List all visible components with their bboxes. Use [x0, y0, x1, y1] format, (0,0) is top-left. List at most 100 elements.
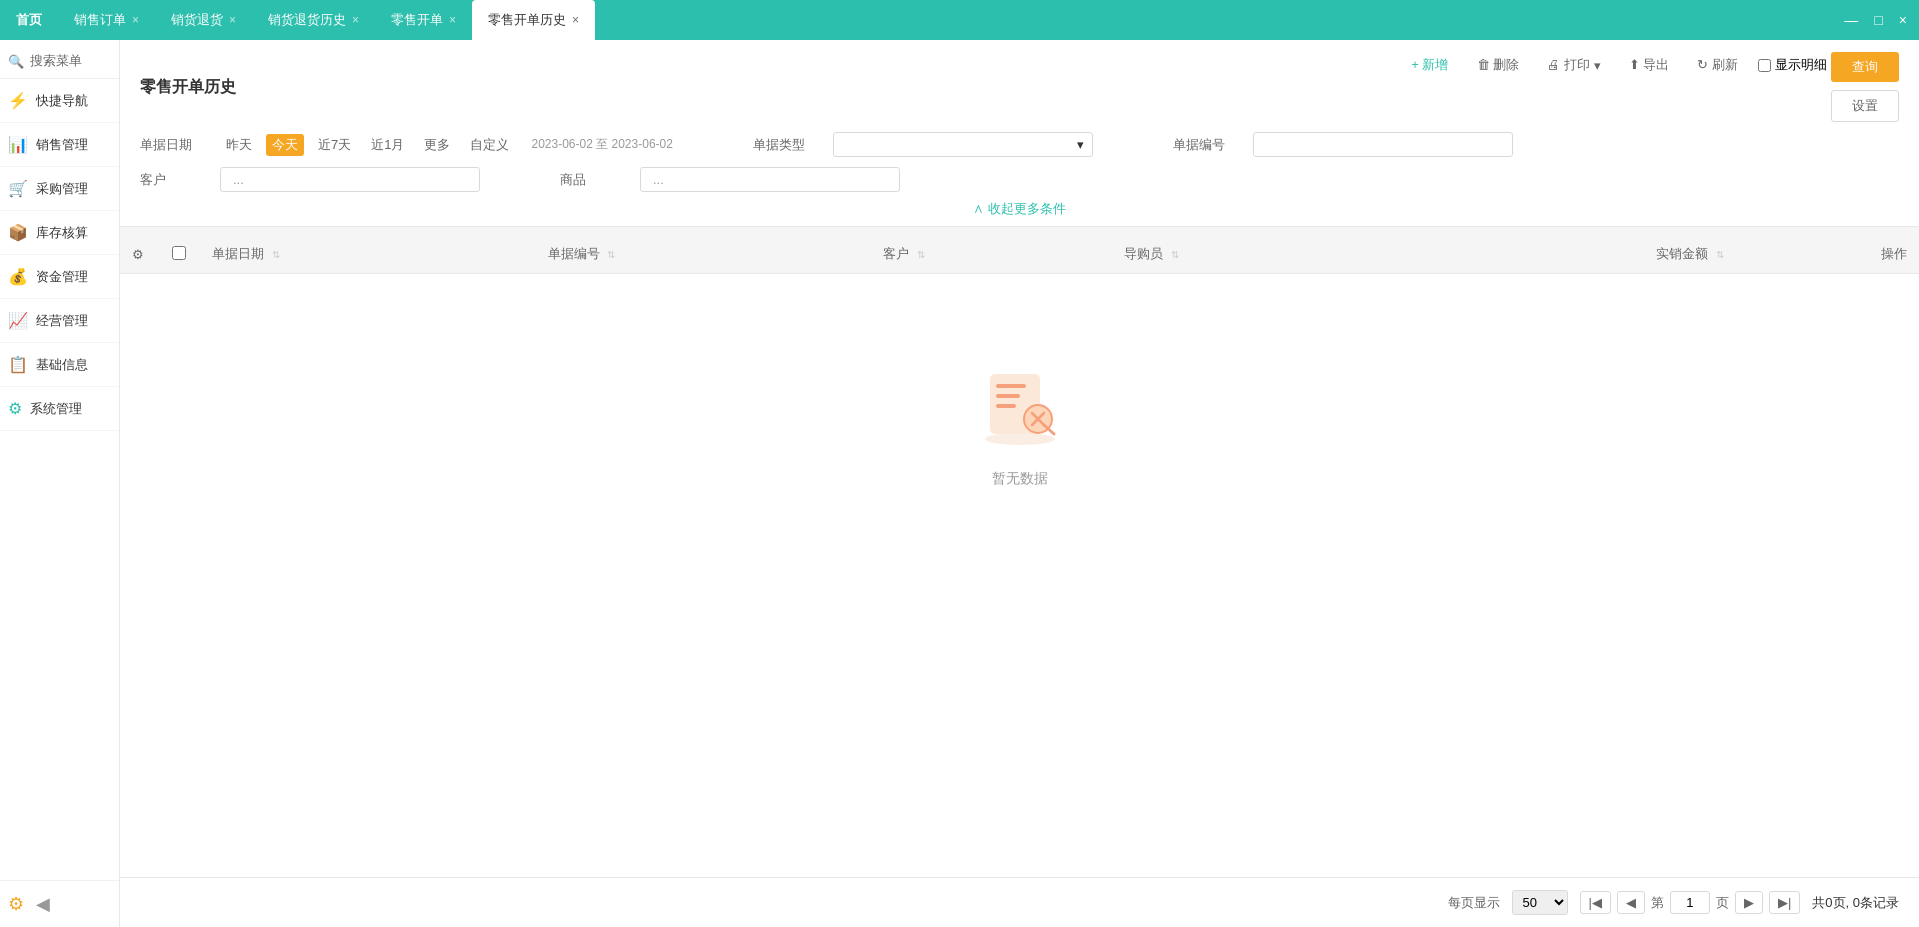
- date-range-display: 2023-06-02 至 2023-06-02: [531, 136, 672, 153]
- page-nav: |◀ ◀ 第 页 ▶ ▶|: [1580, 891, 1801, 914]
- delete-button[interactable]: 🗑 删除: [1469, 52, 1528, 78]
- close-tab-retail-open-history[interactable]: ×: [572, 13, 579, 27]
- basic-info-icon: 📋: [8, 355, 28, 374]
- table-container: ⚙ 单据日期 ⇅ 单据编号 ⇅: [120, 235, 1919, 877]
- print-button[interactable]: 🖨 打印 ▾: [1539, 52, 1609, 78]
- per-page-label: 每页显示: [1448, 894, 1500, 912]
- sidebar-item-quick-nav[interactable]: ⚡ 快捷导航: [0, 79, 119, 123]
- goods-select[interactable]: ...: [640, 167, 900, 192]
- content-area: 零售开单历史 + 新增 🗑 删除 🖨 打印 ▾ ⬆ 导出 ↻ 刷新: [120, 40, 1919, 927]
- first-page-button[interactable]: |◀: [1580, 891, 1611, 914]
- query-button[interactable]: 查询: [1831, 52, 1899, 82]
- page-label: 第: [1651, 894, 1664, 912]
- close-tab-sales-return-history[interactable]: ×: [352, 13, 359, 27]
- svg-rect-4: [996, 404, 1016, 408]
- sidebar-item-ops-mgmt[interactable]: 📈 经营管理: [0, 299, 119, 343]
- settings-icon[interactable]: ⚙: [132, 247, 144, 262]
- th-amount[interactable]: 实销金额 ⇅: [1400, 235, 1736, 274]
- close-tab-sales-order[interactable]: ×: [132, 13, 139, 27]
- sidebar-item-sys-mgmt[interactable]: ⚙ 系统管理: [0, 387, 119, 431]
- refresh-button[interactable]: ↻ 刷新: [1689, 52, 1746, 78]
- shortcut-yesterday[interactable]: 昨天: [220, 134, 258, 156]
- th-doc-date[interactable]: 单据日期 ⇅: [200, 235, 536, 274]
- display-detail-label[interactable]: 显示明细: [1758, 56, 1827, 74]
- sort-customer-icon: ⇅: [917, 249, 925, 260]
- dropdown-arrow-icon: ▾: [1077, 137, 1084, 152]
- sidebar-item-basic-info[interactable]: 📋 基础信息: [0, 343, 119, 387]
- shortcut-today[interactable]: 今天: [266, 134, 304, 156]
- sidebar-item-inventory[interactable]: 📦 库存核算: [0, 211, 119, 255]
- add-button[interactable]: + 新增: [1403, 52, 1456, 78]
- last-page-button[interactable]: ▶|: [1769, 891, 1800, 914]
- select-all-checkbox[interactable]: [172, 246, 186, 260]
- per-page-select[interactable]: 10 20 50 100: [1512, 890, 1568, 915]
- tab-retail-open-history[interactable]: 零售开单历史 ×: [472, 0, 595, 40]
- goods-label: 商品: [560, 171, 620, 189]
- goods-dots: ...: [653, 172, 664, 187]
- settings-bottom-icon[interactable]: ⚙: [8, 893, 24, 915]
- total-count-label: 共0页, 0条记录: [1812, 894, 1899, 912]
- display-detail-checkbox[interactable]: [1758, 59, 1771, 72]
- sales-mgmt-icon: 📊: [8, 135, 28, 154]
- prev-page-button[interactable]: ◀: [1617, 891, 1645, 914]
- sidebar-item-sales-mgmt[interactable]: 📊 销售管理: [0, 123, 119, 167]
- empty-text: 暂无数据: [992, 470, 1048, 488]
- sort-amount-icon: ⇅: [1716, 249, 1724, 260]
- empty-state: 暂无数据: [120, 274, 1919, 568]
- sort-doc-no-icon: ⇅: [607, 249, 615, 260]
- page-header: 零售开单历史 + 新增 🗑 删除 🖨 打印 ▾ ⬆ 导出 ↻ 刷新: [120, 40, 1919, 227]
- doc-type-label: 单据类型: [753, 136, 813, 154]
- th-checkbox[interactable]: [160, 235, 200, 274]
- ops-mgmt-icon: 📈: [8, 311, 28, 330]
- tab-sales-return-history[interactable]: 销货退货历史 ×: [252, 0, 375, 40]
- sidebar-search[interactable]: 🔍 搜索菜单: [0, 40, 119, 79]
- sidebar-item-purchase-mgmt[interactable]: 🛒 采购管理: [0, 167, 119, 211]
- close-tab-sales-return[interactable]: ×: [229, 13, 236, 27]
- quick-nav-icon: ⚡: [8, 91, 28, 110]
- customer-label: 客户: [140, 171, 200, 189]
- svg-rect-2: [996, 384, 1026, 388]
- window-min-icon[interactable]: —: [1844, 12, 1858, 28]
- window-controls: — □ ×: [1844, 12, 1919, 28]
- sys-mgmt-icon: ⚙: [8, 399, 22, 418]
- page-title: 零售开单历史: [140, 77, 236, 98]
- tab-retail-open[interactable]: 零售开单 ×: [375, 0, 472, 40]
- th-actions: 操作: [1736, 235, 1919, 274]
- svg-rect-3: [996, 394, 1020, 398]
- page-suffix: 页: [1716, 894, 1729, 912]
- window-close-icon[interactable]: ×: [1899, 12, 1907, 28]
- sidebar-bottom: ⚙ ◀: [0, 880, 119, 927]
- doc-type-select[interactable]: ▾: [833, 132, 1093, 157]
- page-number-input[interactable]: [1670, 891, 1710, 914]
- tab-home[interactable]: 首页: [0, 0, 58, 40]
- close-tab-retail-open[interactable]: ×: [449, 13, 456, 27]
- table-header: ⚙ 单据日期 ⇅ 单据编号 ⇅: [120, 235, 1919, 274]
- collapse-sidebar-icon[interactable]: ◀: [36, 893, 50, 915]
- doc-no-input[interactable]: [1253, 132, 1513, 157]
- settings-button[interactable]: 设置: [1831, 90, 1899, 122]
- th-settings[interactable]: ⚙: [120, 235, 160, 274]
- pagination-bar: 每页显示 10 20 50 100 |◀ ◀ 第 页 ▶ ▶| 共0页, 0条记…: [120, 877, 1919, 927]
- export-button[interactable]: ⬆ 导出: [1621, 52, 1678, 78]
- top-tabbar: 首页 销售订单 × 销货退货 × 销货退货历史 × 零售开单 × 零售开单历史 …: [0, 0, 1919, 40]
- next-page-button[interactable]: ▶: [1735, 891, 1763, 914]
- collapse-filters-button[interactable]: ∧ 收起更多条件: [140, 196, 1899, 226]
- th-guide[interactable]: 导购员 ⇅: [1112, 235, 1400, 274]
- finance-icon: 💰: [8, 267, 28, 286]
- th-customer[interactable]: 客户 ⇅: [871, 235, 1111, 274]
- purchase-mgmt-icon: 🛒: [8, 179, 28, 198]
- customer-select[interactable]: ...: [220, 167, 480, 192]
- shortcut-more[interactable]: 更多: [418, 134, 456, 156]
- shortcut-7days[interactable]: 近7天: [312, 134, 357, 156]
- empty-state-icon: [970, 354, 1070, 454]
- sidebar-item-finance[interactable]: 💰 资金管理: [0, 255, 119, 299]
- customer-dots: ...: [233, 172, 244, 187]
- th-doc-no[interactable]: 单据编号 ⇅: [536, 235, 872, 274]
- window-max-icon[interactable]: □: [1874, 12, 1882, 28]
- shortcut-1month[interactable]: 近1月: [365, 134, 410, 156]
- search-icon: 🔍: [8, 54, 24, 69]
- tab-sales-order[interactable]: 销售订单 ×: [58, 0, 155, 40]
- tab-sales-return[interactable]: 销货退货 ×: [155, 0, 252, 40]
- shortcut-custom[interactable]: 自定义: [464, 134, 515, 156]
- svg-point-0: [985, 433, 1055, 445]
